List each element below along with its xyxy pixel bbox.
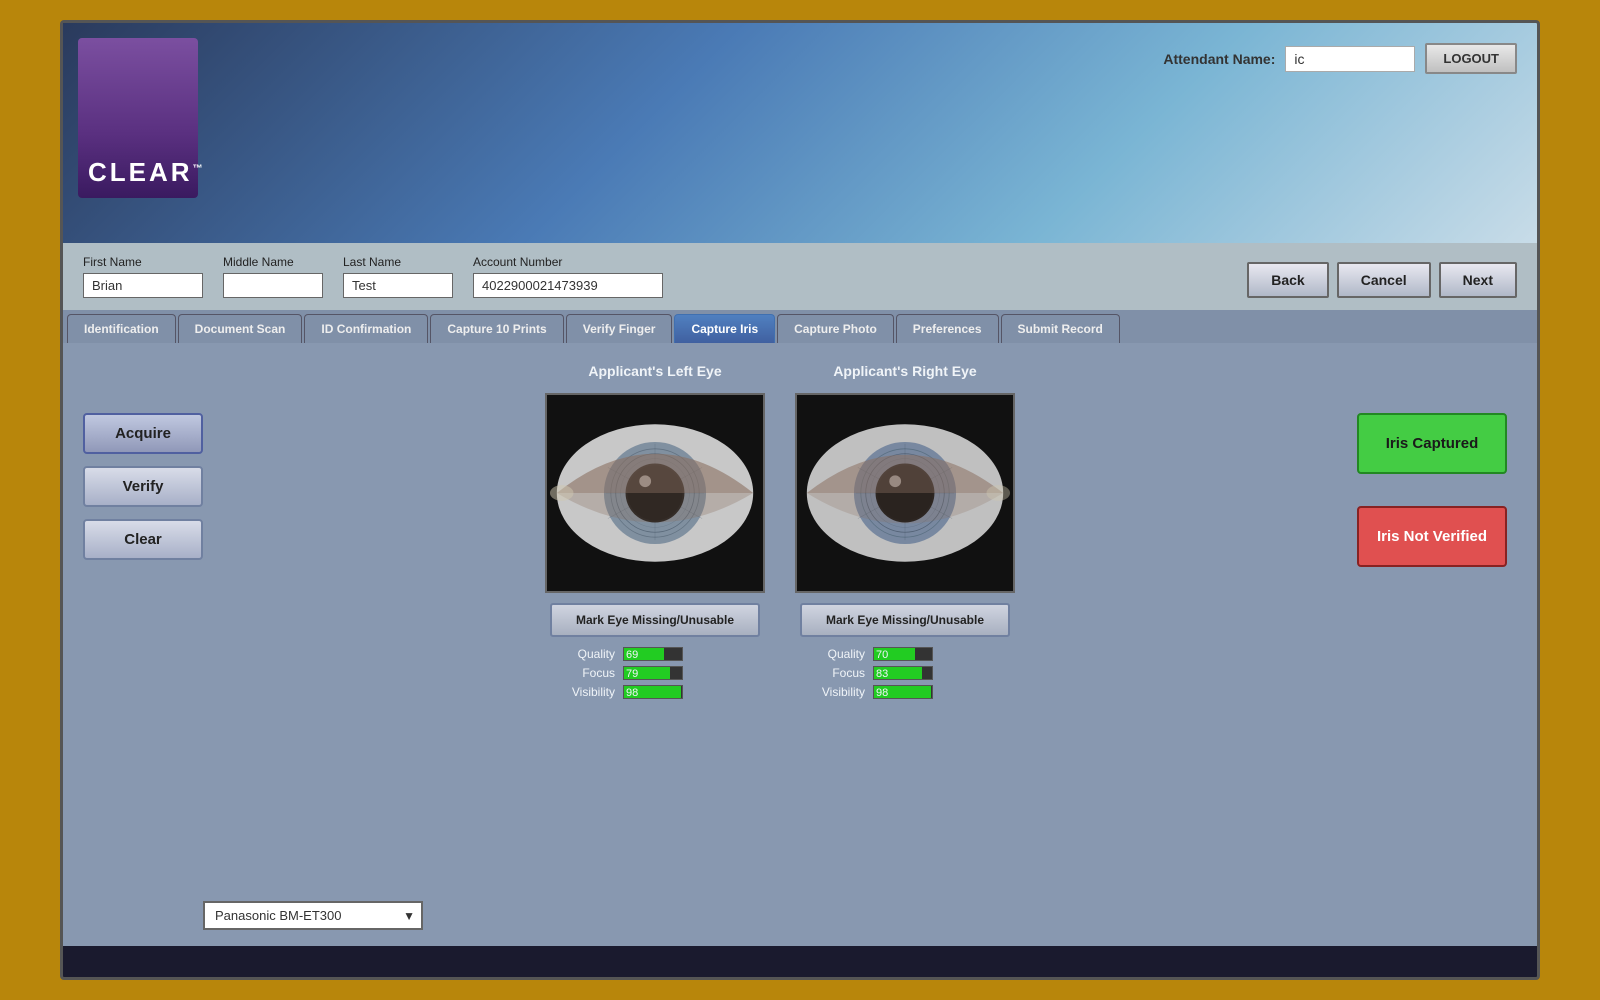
back-button[interactable]: Back <box>1247 262 1328 298</box>
scanner-select-wrapper: Panasonic BM-ET300 LG IrisAccess 3000 Ir… <box>203 901 423 930</box>
main-content: Acquire Verify Clear Applicant's Left Ey… <box>63 343 1537 893</box>
tab-verify-finger[interactable]: Verify Finger <box>566 314 673 343</box>
right-status-panel: Iris Captured Iris Not Verified <box>1357 363 1517 873</box>
right-eye-panel: Applicant's Right Eye <box>795 363 1015 873</box>
tab-preferences[interactable]: Preferences <box>896 314 999 343</box>
logout-button[interactable]: LOGOUT <box>1425 43 1517 74</box>
tabs-bar: Identification Document Scan ID Confirma… <box>63 310 1537 343</box>
eyes-container: Applicant's Left Eye <box>223 363 1337 873</box>
left-eye-title: Applicant's Left Eye <box>588 363 721 379</box>
attendant-input[interactable] <box>1285 46 1415 72</box>
right-visibility-bar: 98 <box>873 685 933 699</box>
middle-name-label: Middle Name <box>223 255 323 269</box>
first-name-input[interactable] <box>83 273 203 298</box>
last-name-label: Last Name <box>343 255 453 269</box>
left-visibility-bar: 98 <box>623 685 683 699</box>
left-eye-panel: Applicant's Left Eye <box>545 363 765 873</box>
left-quality-bar: 69 <box>623 647 683 661</box>
bottom-bar: Panasonic BM-ET300 LG IrisAccess 3000 Ir… <box>63 893 1537 946</box>
left-eye-image <box>545 393 765 593</box>
app-frame: CLEAR™ Attendant Name: LOGOUT First Name… <box>60 20 1540 980</box>
middle-name-input[interactable] <box>223 273 323 298</box>
right-visibility-label: Visibility <box>800 685 865 699</box>
first-name-group: First Name <box>83 255 203 298</box>
right-eye-mark-button[interactable]: Mark Eye Missing/Unusable <box>800 603 1010 637</box>
right-eye-title: Applicant's Right Eye <box>833 363 976 379</box>
left-eye-quality-section: Quality 69 Focus 79 Vi <box>550 647 760 699</box>
clear-button[interactable]: Clear <box>83 519 203 560</box>
left-eye-svg <box>547 393 763 593</box>
attendant-area: Attendant Name: LOGOUT <box>1163 43 1517 74</box>
left-visibility-value: 98 <box>626 686 638 700</box>
attendant-label: Attendant Name: <box>1163 51 1275 67</box>
tab-identification[interactable]: Identification <box>67 314 176 343</box>
right-focus-bar: 83 <box>873 666 933 680</box>
account-number-input[interactable] <box>473 273 663 298</box>
left-focus-value: 79 <box>626 667 638 681</box>
iris-captured-status: Iris Captured <box>1357 413 1507 474</box>
left-focus-label: Focus <box>550 666 615 680</box>
tab-capture-10-prints[interactable]: Capture 10 Prints <box>430 314 563 343</box>
verify-button[interactable]: Verify <box>83 466 203 507</box>
last-name-input[interactable] <box>343 273 453 298</box>
right-eye-quality-section: Quality 70 Focus 83 Vi <box>800 647 1010 699</box>
iris-not-verified-status: Iris Not Verified <box>1357 506 1507 567</box>
right-eye-svg <box>797 393 1013 593</box>
logo-box: CLEAR™ <box>78 38 198 198</box>
right-quality-value: 70 <box>876 648 888 662</box>
logo-tm: ™ <box>193 163 206 174</box>
logo-text: CLEAR™ <box>88 157 206 188</box>
nav-buttons: Back Cancel Next <box>1247 262 1517 298</box>
left-visibility-label: Visibility <box>550 685 615 699</box>
left-quality-value: 69 <box>626 648 638 662</box>
account-number-group: Account Number <box>473 255 663 298</box>
tab-document-scan[interactable]: Document Scan <box>178 314 303 343</box>
right-focus-label: Focus <box>800 666 865 680</box>
right-focus-row: Focus 83 <box>800 666 1010 680</box>
right-visibility-value: 98 <box>876 686 888 700</box>
next-button[interactable]: Next <box>1439 262 1517 298</box>
right-visibility-row: Visibility 98 <box>800 685 1010 699</box>
tab-capture-photo[interactable]: Capture Photo <box>777 314 894 343</box>
middle-name-group: Middle Name <box>223 255 323 298</box>
left-visibility-row: Visibility 98 <box>550 685 760 699</box>
form-area: First Name Middle Name Last Name Account… <box>63 243 1537 310</box>
tab-submit-record[interactable]: Submit Record <box>1001 314 1120 343</box>
header-area: CLEAR™ Attendant Name: LOGOUT <box>63 23 1537 243</box>
left-focus-row: Focus 79 <box>550 666 760 680</box>
left-eye-mark-button[interactable]: Mark Eye Missing/Unusable <box>550 603 760 637</box>
left-quality-label: Quality <box>550 647 615 661</box>
right-quality-bar: 70 <box>873 647 933 661</box>
right-quality-row: Quality 70 <box>800 647 1010 661</box>
tab-capture-iris[interactable]: Capture Iris <box>674 314 775 343</box>
scanner-select[interactable]: Panasonic BM-ET300 LG IrisAccess 3000 Ir… <box>203 901 423 930</box>
right-quality-label: Quality <box>800 647 865 661</box>
left-focus-bar: 79 <box>623 666 683 680</box>
cancel-button[interactable]: Cancel <box>1337 262 1431 298</box>
account-number-label: Account Number <box>473 255 663 269</box>
acquire-button[interactable]: Acquire <box>83 413 203 454</box>
left-panel: Acquire Verify Clear <box>83 363 203 873</box>
left-quality-row: Quality 69 <box>550 647 760 661</box>
tab-id-confirmation[interactable]: ID Confirmation <box>304 314 428 343</box>
last-name-group: Last Name <box>343 255 453 298</box>
right-focus-value: 83 <box>876 667 888 681</box>
right-eye-image <box>795 393 1015 593</box>
first-name-label: First Name <box>83 255 203 269</box>
logo-word: CLEAR <box>88 157 193 187</box>
